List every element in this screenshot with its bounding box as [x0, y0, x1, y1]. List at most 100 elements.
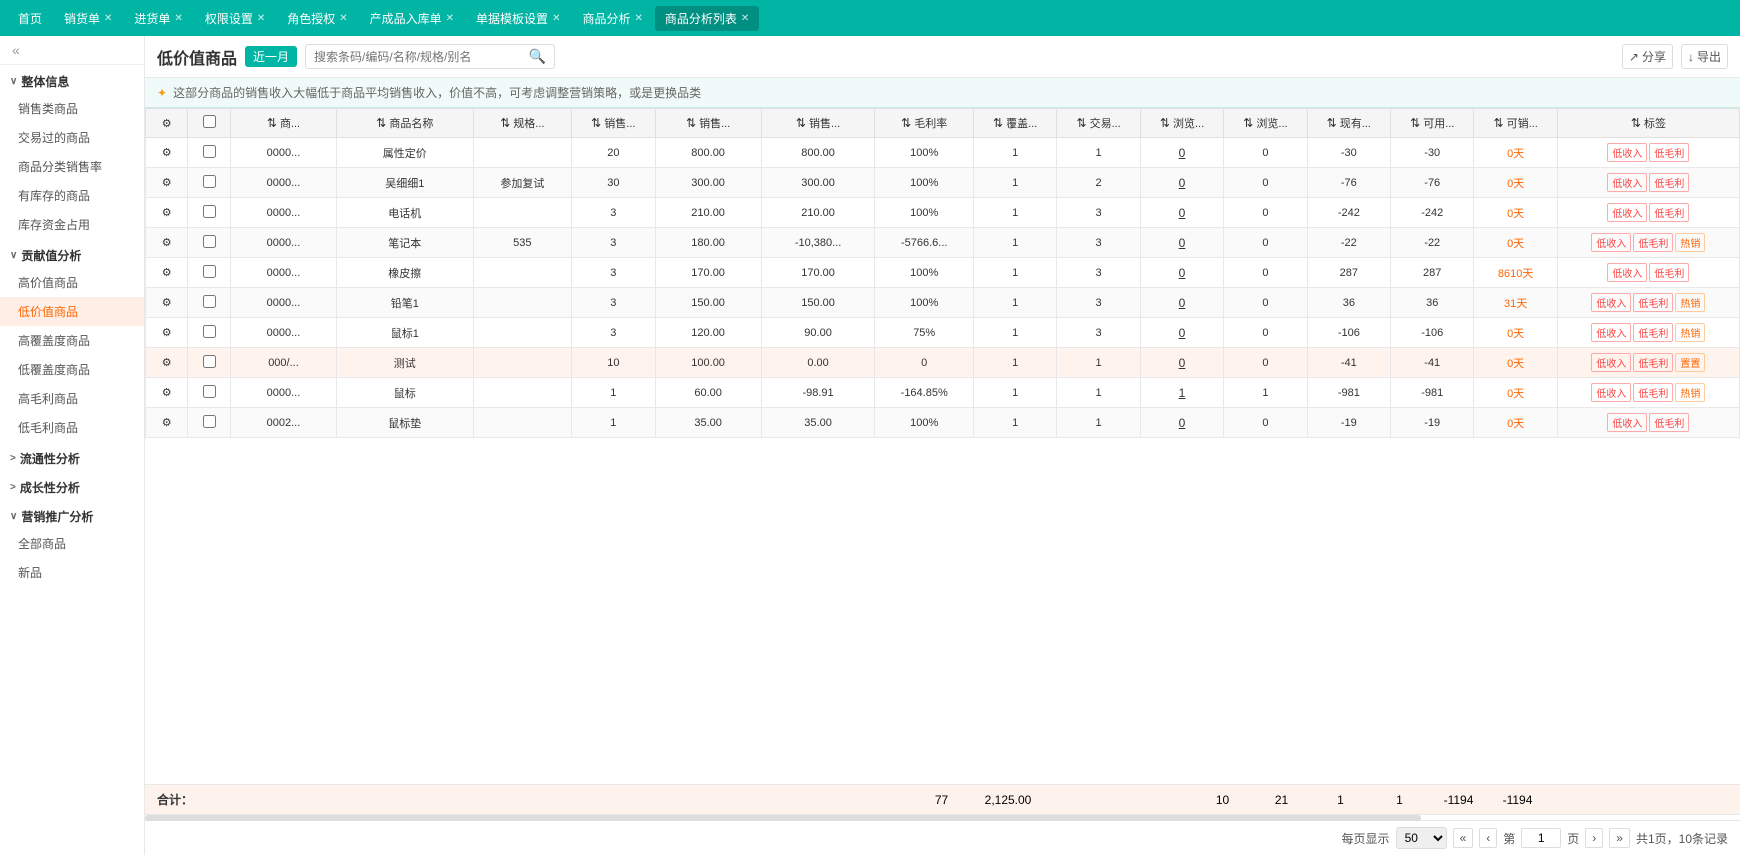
row-gear[interactable]: ⚙	[146, 318, 188, 348]
row-checkbox[interactable]	[188, 318, 230, 348]
close-icon[interactable]: ✕	[552, 13, 560, 24]
sidebar-item-sales-goods[interactable]: 销售类商品	[0, 94, 144, 123]
col-header-stock[interactable]: ⇅ 现有...	[1307, 109, 1390, 138]
row-browse1[interactable]: 0	[1140, 198, 1223, 228]
row-select-checkbox[interactable]	[203, 265, 216, 278]
col-header-gear[interactable]: ⚙	[146, 109, 188, 138]
browse1-link[interactable]: 1	[1179, 386, 1186, 400]
col-header-sales-qty[interactable]: ⇅ 销售...	[572, 109, 655, 138]
row-browse1[interactable]: 0	[1140, 408, 1223, 438]
row-select-checkbox[interactable]	[203, 145, 216, 158]
close-icon[interactable]: ✕	[446, 13, 454, 24]
row-browse1[interactable]: 0	[1140, 348, 1223, 378]
row-checkbox[interactable]	[188, 288, 230, 318]
sidebar-item-all-goods[interactable]: 全部商品	[0, 529, 144, 558]
browse1-link[interactable]: 0	[1179, 206, 1186, 220]
nav-analysis-list[interactable]: 商品分析列表 ✕	[655, 6, 759, 31]
sidebar-item-low-margin[interactable]: 低毛利商品	[0, 413, 144, 442]
row-gear[interactable]: ⚙	[146, 168, 188, 198]
col-header-cover[interactable]: ⇅ 覆盖...	[974, 109, 1057, 138]
page-number-input[interactable]	[1521, 828, 1561, 848]
per-page-select[interactable]: 50 100 200	[1396, 827, 1447, 849]
col-header-sales-cost[interactable]: ⇅ 销售...	[761, 109, 875, 138]
row-browse1[interactable]: 0	[1140, 228, 1223, 258]
sidebar-collapse-btn[interactable]: «	[6, 40, 26, 60]
row-browse1[interactable]: 0	[1140, 318, 1223, 348]
browse1-link[interactable]: 0	[1179, 416, 1186, 430]
nav-product-analysis[interactable]: 商品分析 ✕	[572, 6, 652, 31]
sidebar-item-stock-capital[interactable]: 库存资金占用	[0, 210, 144, 239]
browse1-link[interactable]: 0	[1179, 176, 1186, 190]
sidebar-item-category-rate[interactable]: 商品分类销售率	[0, 152, 144, 181]
col-header-name[interactable]: ⇅ 商品名称	[337, 109, 473, 138]
row-checkbox[interactable]	[188, 138, 230, 168]
row-checkbox[interactable]	[188, 408, 230, 438]
row-select-checkbox[interactable]	[203, 325, 216, 338]
browse1-link[interactable]: 0	[1179, 296, 1186, 310]
close-icon[interactable]: ✕	[174, 13, 182, 24]
nav-home[interactable]: 首页	[8, 6, 52, 31]
last-page-btn[interactable]: »	[1609, 828, 1630, 848]
sidebar-item-stocked-goods[interactable]: 有库存的商品	[0, 181, 144, 210]
col-header-browse1[interactable]: ⇅ 浏览...	[1140, 109, 1223, 138]
col-header-spec[interactable]: ⇅ 规格...	[473, 109, 572, 138]
row-checkbox[interactable]	[188, 258, 230, 288]
close-icon[interactable]: ✕	[257, 13, 265, 24]
col-header-code[interactable]: ⇅ 商...	[230, 109, 336, 138]
sidebar-group-overall[interactable]: ∨ 整体信息	[0, 65, 144, 94]
row-gear[interactable]: ⚙	[146, 348, 188, 378]
close-icon[interactable]: ✕	[104, 13, 112, 24]
row-browse1[interactable]: 0	[1140, 168, 1223, 198]
row-browse1[interactable]: 1	[1140, 378, 1223, 408]
col-header-avail[interactable]: ⇅ 可用...	[1391, 109, 1474, 138]
row-browse1[interactable]: 0	[1140, 288, 1223, 318]
row-select-checkbox[interactable]	[203, 355, 216, 368]
browse1-link[interactable]: 0	[1179, 236, 1186, 250]
row-select-checkbox[interactable]	[203, 235, 216, 248]
row-select-checkbox[interactable]	[203, 205, 216, 218]
close-icon[interactable]: ✕	[339, 13, 347, 24]
col-header-tags[interactable]: ⇅ 标签	[1557, 109, 1739, 138]
export-button[interactable]: ↓ 导出	[1681, 44, 1728, 69]
browse1-link[interactable]: 0	[1179, 326, 1186, 340]
close-icon[interactable]: ✕	[634, 13, 642, 24]
col-header-gross-rate[interactable]: ⇅ 毛利率	[875, 109, 974, 138]
sidebar-group-growth[interactable]: > 成长性分析	[0, 471, 144, 500]
row-select-checkbox[interactable]	[203, 295, 216, 308]
row-gear[interactable]: ⚙	[146, 288, 188, 318]
row-checkbox[interactable]	[188, 378, 230, 408]
row-gear[interactable]: ⚙	[146, 138, 188, 168]
browse1-link[interactable]: 0	[1179, 146, 1186, 160]
search-input[interactable]	[314, 50, 529, 64]
row-browse1[interactable]: 0	[1140, 258, 1223, 288]
row-select-checkbox[interactable]	[203, 175, 216, 188]
sidebar-item-low-coverage[interactable]: 低覆盖度商品	[0, 355, 144, 384]
table-container[interactable]: ⚙ ⇅ 商... ⇅ 商品名称 ⇅ 规格... ⇅ 销售... ⇅ 销售... …	[145, 108, 1740, 784]
sidebar-group-contribution[interactable]: ∨ 贡献值分析	[0, 239, 144, 268]
nav-role-auth[interactable]: 角色授权 ✕	[277, 6, 357, 31]
filter-recent-month-btn[interactable]: 近一月	[245, 46, 297, 67]
col-header-sales-amt[interactable]: ⇅ 销售...	[655, 109, 761, 138]
sidebar-group-circulation[interactable]: > 流通性分析	[0, 442, 144, 471]
nav-finished-goods[interactable]: 产成品入库单 ✕	[360, 6, 464, 31]
prev-page-btn[interactable]: ‹	[1479, 828, 1497, 848]
row-gear[interactable]: ⚙	[146, 228, 188, 258]
sidebar-item-traded-goods[interactable]: 交易过的商品	[0, 123, 144, 152]
search-icon[interactable]: 🔍	[529, 48, 546, 65]
next-page-btn[interactable]: ›	[1585, 828, 1603, 848]
sidebar-item-low-value[interactable]: 低价值商品	[0, 297, 144, 326]
sidebar-item-high-coverage[interactable]: 高覆盖度商品	[0, 326, 144, 355]
sidebar-group-marketing[interactable]: ∨ 营销推广分析	[0, 500, 144, 529]
sidebar-item-new-goods[interactable]: 新品	[0, 558, 144, 587]
browse1-link[interactable]: 0	[1179, 266, 1186, 280]
row-gear[interactable]: ⚙	[146, 408, 188, 438]
col-header-browse2[interactable]: ⇅ 浏览...	[1224, 109, 1307, 138]
row-checkbox[interactable]	[188, 168, 230, 198]
row-gear[interactable]: ⚙	[146, 198, 188, 228]
col-header-sellable[interactable]: ⇅ 可销...	[1474, 109, 1557, 138]
row-gear[interactable]: ⚙	[146, 258, 188, 288]
share-button[interactable]: ↗ 分享	[1622, 44, 1673, 69]
col-header-trade[interactable]: ⇅ 交易...	[1057, 109, 1140, 138]
nav-sales-order[interactable]: 销货单 ✕	[54, 6, 122, 31]
row-checkbox[interactable]	[188, 348, 230, 378]
